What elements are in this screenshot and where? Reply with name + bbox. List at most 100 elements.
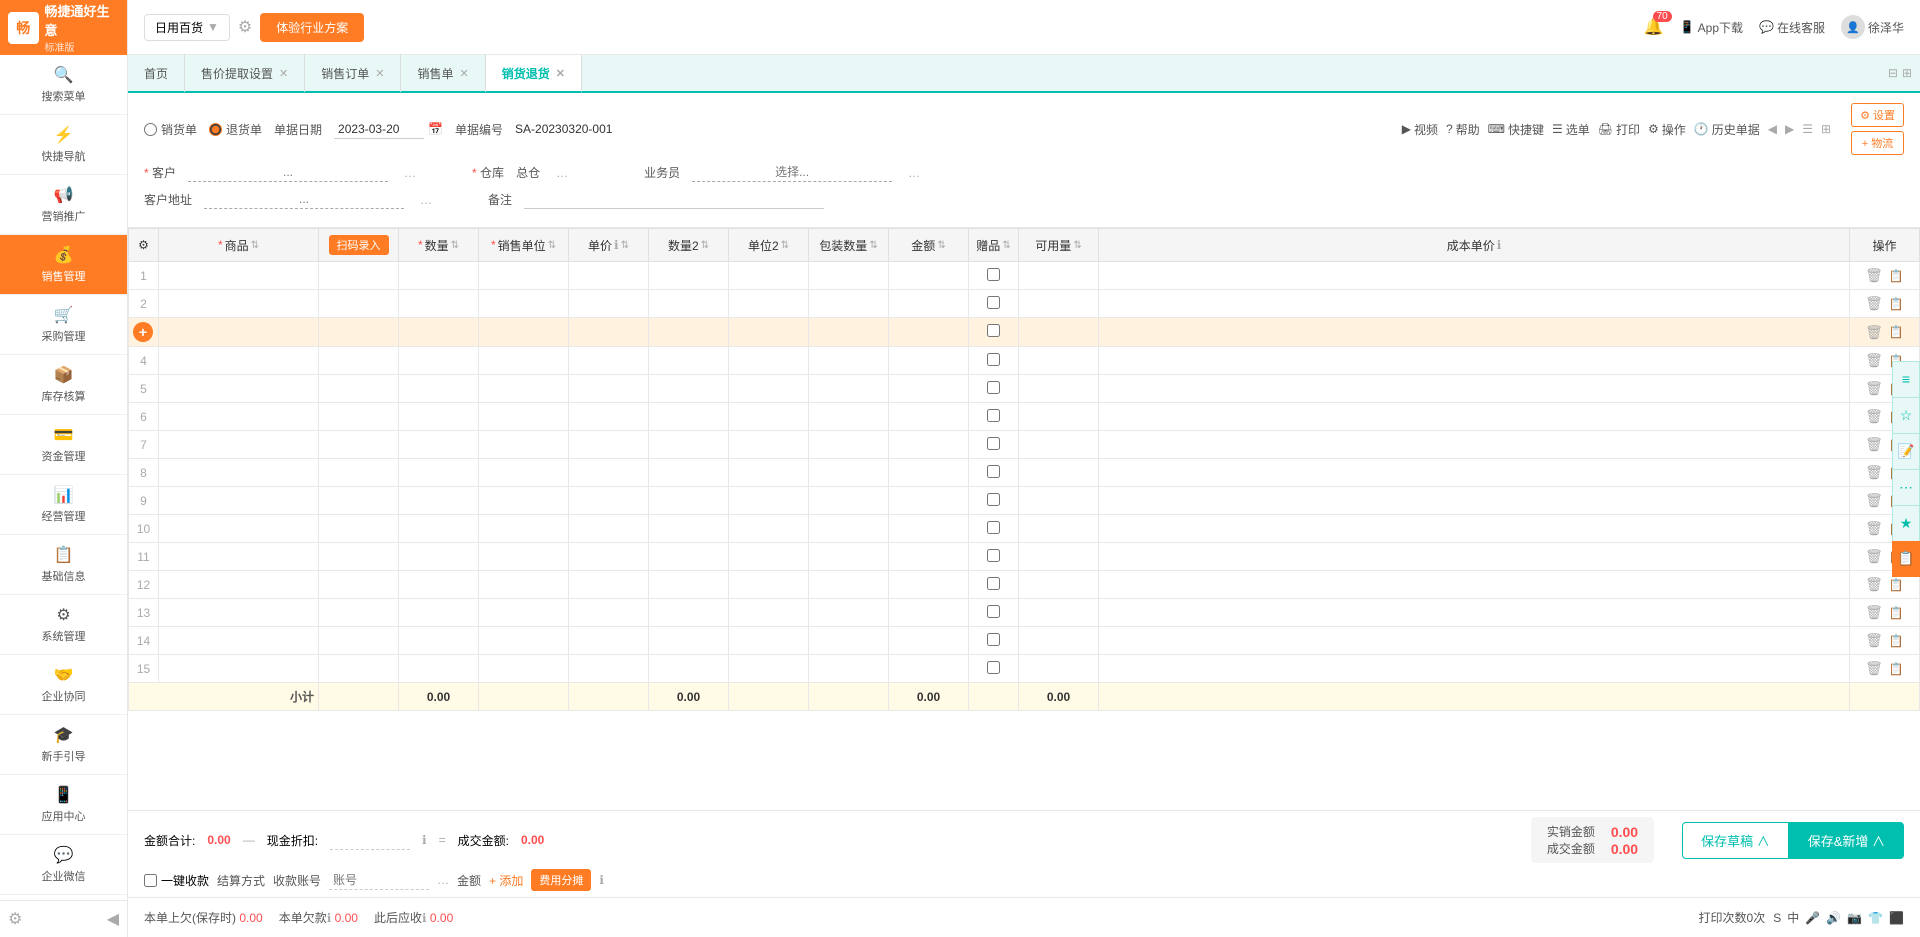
product-cell[interactable] [159,375,319,403]
gift-checkbox[interactable] [987,577,1000,590]
costprice-cell[interactable] [1099,543,1850,571]
available-cell[interactable] [1019,318,1099,347]
unit-cell[interactable] [479,403,569,431]
packqty-cell[interactable] [809,599,889,627]
unit-cell[interactable] [479,571,569,599]
price-cell[interactable] [569,459,649,487]
delete-row-button[interactable]: 🗑 [1865,267,1883,284]
video-btn[interactable]: ▶ 视频 [1402,121,1438,138]
costprice-cell[interactable] [1099,655,1850,683]
unit-cell[interactable] [479,318,569,347]
price-cell[interactable] [569,515,649,543]
delete-row-button[interactable]: 🗑 [1865,295,1883,312]
select-btn[interactable]: ☰ 选单 [1552,121,1590,138]
scan-button[interactable]: 扫码录入 [329,235,389,255]
unit-cell[interactable] [479,375,569,403]
unit2-cell[interactable] [729,318,809,347]
delete-row-button[interactable]: 🗑 [1865,492,1883,509]
available-cell[interactable] [1019,459,1099,487]
help-btn[interactable]: ? 帮助 [1446,121,1480,138]
remark-input[interactable] [524,190,824,209]
settings-btn[interactable]: ⚙ 设置 [1851,103,1904,127]
unit2-cell[interactable] [729,571,809,599]
amount-cell[interactable] [889,290,969,318]
qty-cell[interactable] [399,515,479,543]
copy-row-button[interactable]: 📋 [1889,606,1904,620]
qty-cell[interactable] [399,290,479,318]
packqty-cell[interactable] [809,262,889,290]
price-cell[interactable] [569,543,649,571]
qty2-cell[interactable] [649,431,729,459]
calendar-icon[interactable]: 📅 [428,122,443,136]
qty-cell[interactable] [399,431,479,459]
costprice-cell[interactable] [1099,599,1850,627]
sidebar-item-weixin[interactable]: 💬 企业微信 [0,835,127,895]
one-click-checkbox[interactable] [144,874,157,887]
product-cell[interactable] [159,571,319,599]
tab-price-close[interactable]: ✕ [279,67,288,80]
costprice-cell[interactable] [1099,627,1850,655]
amount-cell[interactable] [889,571,969,599]
delete-row-button[interactable]: 🗑 [1865,464,1883,481]
save-draft-button[interactable]: 保存草稿 ∧ [1682,822,1789,859]
customer-input[interactable] [188,163,388,182]
app-download-btn[interactable]: 📱 App下载 [1680,19,1743,36]
cash-discount-input[interactable] [330,831,410,850]
qty2-cell[interactable] [649,375,729,403]
tab-salesorder-close[interactable]: ✕ [375,67,384,80]
costprice-cell[interactable] [1099,515,1850,543]
packqty-cell[interactable] [809,318,889,347]
amount-cell[interactable] [889,318,969,347]
amount-sort-icon[interactable]: ⇅ [937,240,945,251]
qty-cell[interactable] [399,318,479,347]
message-bell[interactable]: 🔔 70 [1644,17,1664,37]
unit2-cell[interactable] [729,290,809,318]
tool-icon-5[interactable]: 📷 [1847,911,1862,925]
price-cell[interactable] [569,318,649,347]
float-btn-3[interactable]: 📝 [1892,433,1920,469]
sidebar-item-marketing[interactable]: 📢 营销推广 [0,175,127,235]
copy-row-button[interactable]: 📋 [1889,297,1904,311]
costprice-cell[interactable] [1099,571,1850,599]
product-cell[interactable] [159,403,319,431]
unit2-cell[interactable] [729,627,809,655]
product-cell[interactable] [159,487,319,515]
gift-checkbox[interactable] [987,521,1000,534]
sidebar-item-guide[interactable]: 🎓 新手引导 [0,715,127,775]
packqty-cell[interactable] [809,543,889,571]
price-cell[interactable] [569,655,649,683]
delete-row-button[interactable]: 🗑 [1865,324,1883,341]
minimize-icon[interactable]: ⊟ [1888,66,1898,80]
gift-checkbox[interactable] [987,549,1000,562]
amount-cell[interactable] [889,487,969,515]
costprice-cell[interactable] [1099,431,1850,459]
delete-row-button[interactable]: 🗑 [1865,520,1883,537]
tab-home[interactable]: 首页 [128,54,185,92]
account-input[interactable] [329,871,429,890]
float-btn-5[interactable]: ★ [1892,505,1920,541]
qty2-cell[interactable] [649,627,729,655]
tab-price-settings[interactable]: 售价提取设置 ✕ [185,54,305,92]
price-cell[interactable] [569,347,649,375]
gift-checkbox[interactable] [987,268,1000,281]
product-cell[interactable] [159,515,319,543]
packqty-cell[interactable] [809,515,889,543]
tab-sales-close[interactable]: ✕ [460,67,469,80]
float-btn-1[interactable]: ≡ [1892,361,1920,397]
amount-cell[interactable] [889,627,969,655]
gift-checkbox[interactable] [987,409,1000,422]
sidebar-item-sales[interactable]: 💰 销售管理 [0,235,127,295]
tool-icon-2[interactable]: 中 [1787,909,1799,926]
float-btn-4[interactable]: ⋯ [1892,469,1920,505]
tool-icon-7[interactable]: ⬛ [1889,911,1904,925]
price-cell[interactable] [569,627,649,655]
product-cell[interactable] [159,543,319,571]
salesperson-input[interactable] [692,163,892,182]
delete-row-button[interactable]: 🗑 [1865,660,1883,677]
packqty-cell[interactable] [809,655,889,683]
qty2-cell[interactable] [649,487,729,515]
unit2-cell[interactable] [729,262,809,290]
costprice-cell[interactable] [1099,403,1850,431]
delete-row-button[interactable]: 🗑 [1865,380,1883,397]
gift-checkbox[interactable] [987,465,1000,478]
